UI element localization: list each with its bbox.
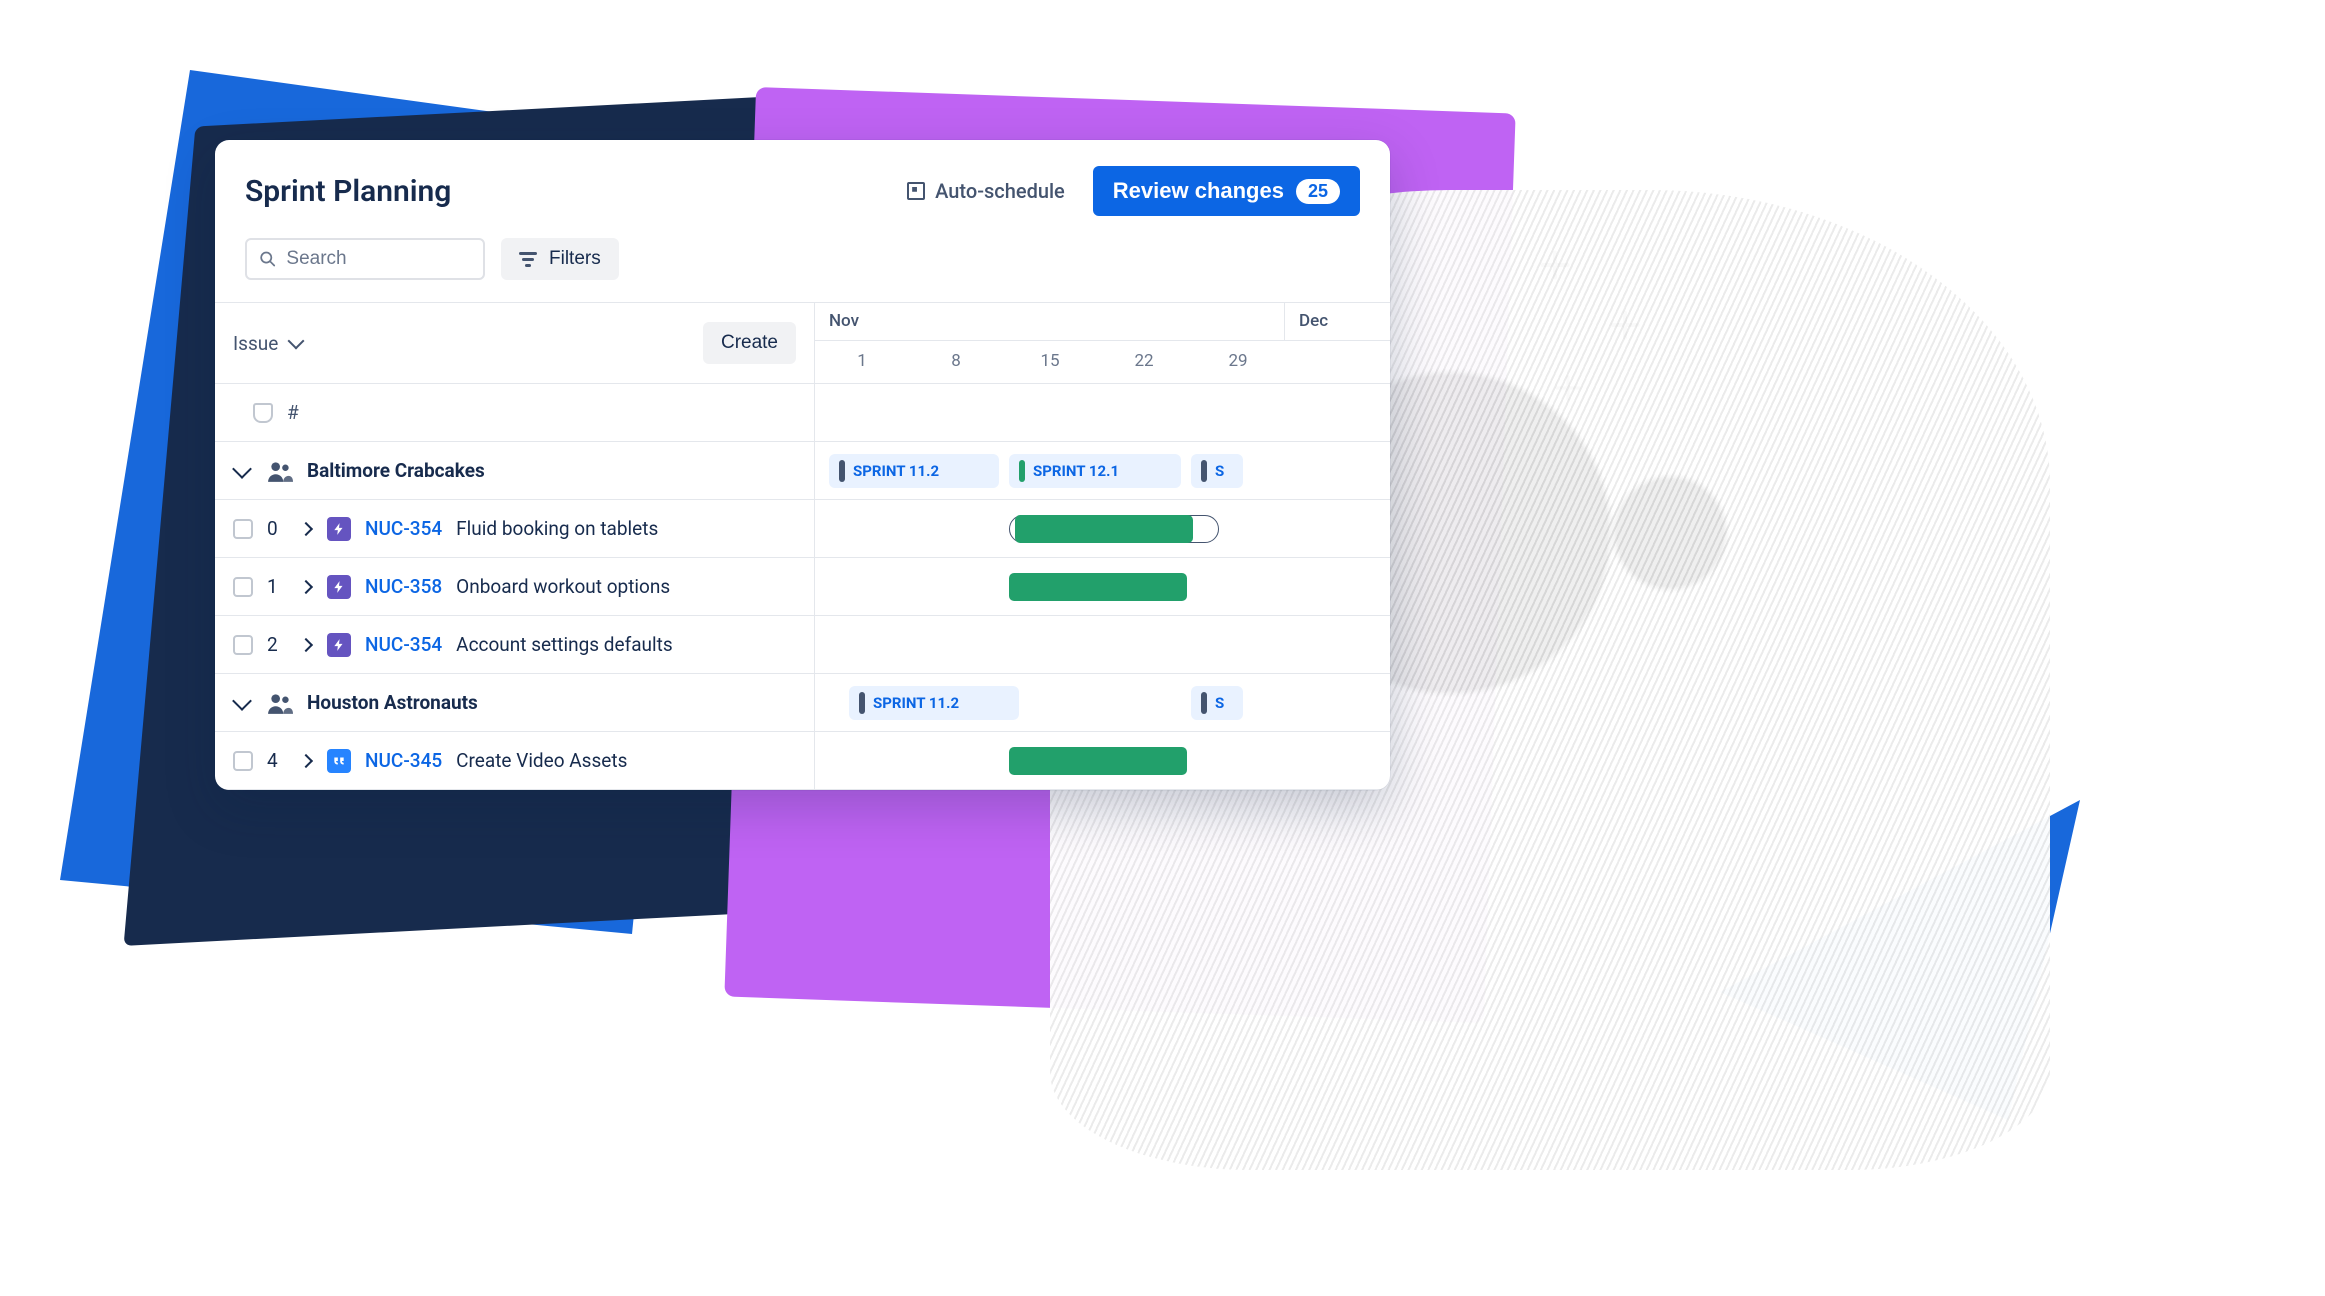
timeline-cell-blank [815,384,1390,442]
group-timeline-cell: SPRINT 11.2 SPRINT 12.1 S [815,442,1390,500]
sprint-handle-icon [1201,460,1207,482]
checkbox[interactable] [233,635,253,655]
week-label: 22 [1097,341,1191,383]
search-icon [259,249,276,269]
group-row[interactable]: Baltimore Crabcakes [215,442,815,500]
filters-label: Filters [549,248,601,270]
team-icon [267,692,293,714]
group-name: Houston Astronauts [307,691,478,714]
sprint-label: SPRINT 11.2 [873,694,959,712]
issue-type-icon [327,517,351,541]
auto-schedule-label: Auto-schedule [935,179,1065,203]
issue-index: 2 [267,633,285,656]
page-title: Sprint Planning [245,174,879,209]
review-changes-count: 25 [1296,179,1340,204]
auto-schedule-button[interactable]: Auto-schedule [897,173,1075,209]
sprint-label: S [1215,694,1224,712]
sprint-chip[interactable]: S [1191,454,1243,488]
week-label: 8 [909,341,1003,383]
chevron-down-icon[interactable] [232,691,252,711]
auto-schedule-icon [907,182,925,200]
sprint-handle-icon [839,460,845,482]
issue-summary: Create Video Assets [456,749,627,772]
week-label: 15 [1003,341,1097,383]
sprint-chip[interactable]: SPRINT 11.2 [829,454,999,488]
app-header: Sprint Planning Auto-schedule Review cha… [215,140,1390,224]
checkbox[interactable] [233,751,253,771]
issue-timeline-cell[interactable] [815,732,1390,790]
toolbar: Filters [215,224,1390,302]
issue-row[interactable]: 0 NUC-354 Fluid booking on tablets [215,500,815,558]
issue-index: 0 [267,517,285,540]
chevron-down-icon[interactable] [232,459,252,479]
week-label: 1 [815,341,909,383]
sprint-planning-app: Sprint Planning Auto-schedule Review cha… [215,140,1390,790]
create-button[interactable]: Create [703,322,796,364]
issue-column-header: Issue Create [215,303,815,384]
sprint-handle-icon [1019,460,1025,482]
sprint-chip[interactable]: SPRINT 11.2 [849,686,1019,720]
issue-row[interactable]: 2 NUC-354 Account settings defaults [215,616,815,674]
issue-key[interactable]: NUC-358 [365,575,442,598]
issue-timeline-cell[interactable] [815,616,1390,674]
filter-icon [519,252,537,266]
issue-type-icon [327,749,351,773]
planning-grid: Issue Create NovDec 18152229 # Baltimore… [215,302,1390,790]
issue-type-icon [327,575,351,599]
group-timeline-cell: SPRINT 11.2 S [815,674,1390,732]
filters-button[interactable]: Filters [501,238,619,280]
issue-key[interactable]: NUC-345 [365,749,442,772]
issue-summary: Account settings defaults [456,633,672,656]
sprint-handle-icon [1201,692,1207,714]
search-input[interactable] [286,248,471,270]
issue-key[interactable]: NUC-354 [365,517,442,540]
checkbox[interactable] [233,577,253,597]
timeline-header: NovDec 18152229 [815,303,1390,384]
checkbox[interactable] [253,403,273,423]
issue-row[interactable]: 1 NUC-358 Onboard workout options [215,558,815,616]
review-changes-button[interactable]: Review changes 25 [1093,166,1360,216]
issue-type-icon [327,633,351,657]
sprint-chip[interactable]: S [1191,686,1243,720]
sprint-label: SPRINT 11.2 [853,462,939,480]
issue-index: 4 [267,749,285,772]
sprint-label: SPRINT 12.1 [1033,462,1119,480]
chevron-right-icon[interactable] [299,521,313,535]
issue-index: 1 [267,575,285,598]
group-row[interactable]: Houston Astronauts [215,674,815,732]
month-label: Nov [815,303,1285,340]
issue-summary: Onboard workout options [456,575,670,598]
sprint-chip[interactable]: SPRINT 12.1 [1009,454,1181,488]
chevron-right-icon[interactable] [299,579,313,593]
issue-bar[interactable] [1015,515,1193,543]
number-column-row: # [215,384,815,442]
issue-key[interactable]: NUC-354 [365,633,442,656]
issue-bar[interactable] [1009,747,1187,775]
month-label: Dec [1285,303,1390,340]
hash-label: # [287,401,299,424]
review-changes-label: Review changes [1113,178,1284,204]
issue-summary: Fluid booking on tablets [456,517,658,540]
sprint-label: S [1215,462,1224,480]
sprint-handle-icon [859,692,865,714]
issue-header-label[interactable]: Issue [233,332,278,355]
issue-bar[interactable] [1009,573,1187,601]
issue-timeline-cell[interactable] [815,500,1390,558]
chevron-right-icon[interactable] [299,753,313,767]
group-name: Baltimore Crabcakes [307,459,485,482]
chevron-right-icon[interactable] [299,637,313,651]
issue-row[interactable]: 4 NUC-345 Create Video Assets [215,732,815,790]
checkbox[interactable] [233,519,253,539]
chevron-down-icon[interactable] [288,333,305,350]
search-box[interactable] [245,238,485,280]
team-icon [267,460,293,482]
week-label: 29 [1191,341,1285,383]
issue-timeline-cell[interactable] [815,558,1390,616]
